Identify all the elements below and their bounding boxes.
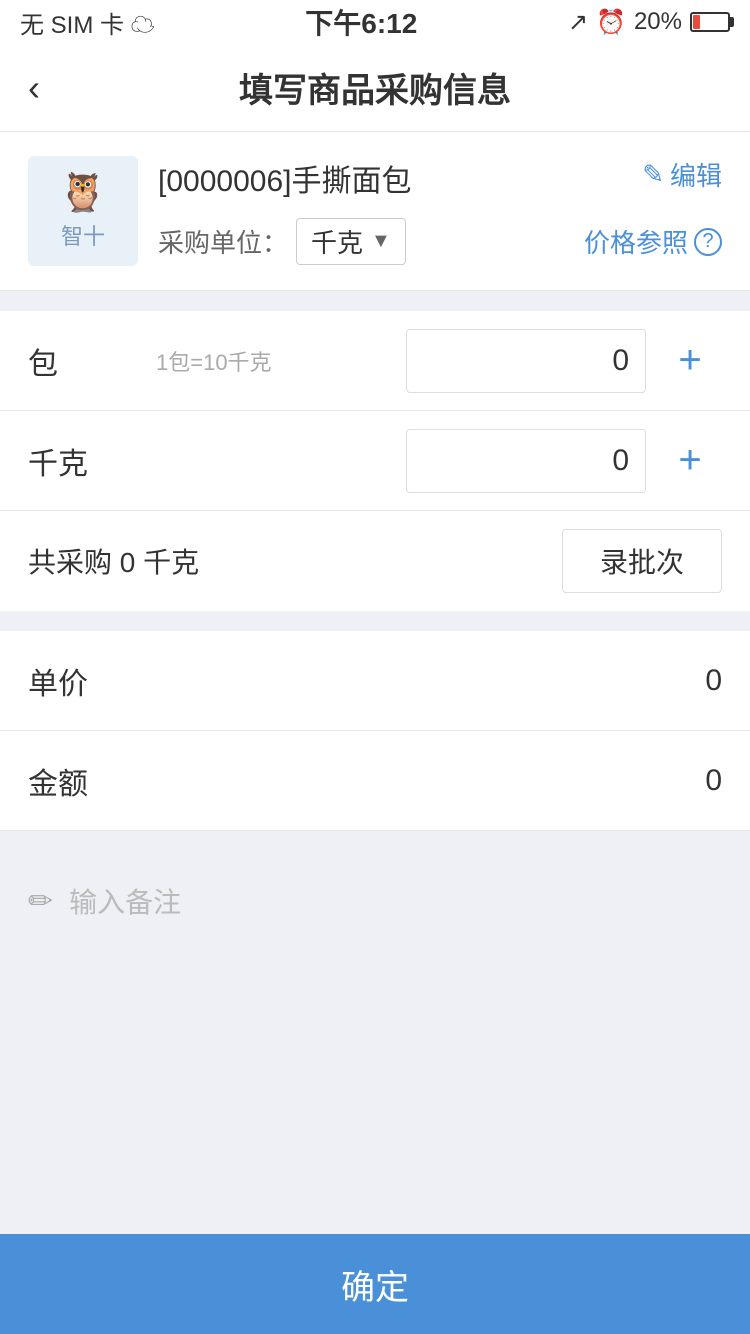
status-left: 无 SIM 卡 ☁ [20, 5, 155, 40]
battery-icon [690, 12, 730, 32]
amount-label: 金额 [28, 759, 88, 803]
status-time: 下午6:12 [305, 2, 417, 42]
unit-label: 采购单位： [158, 223, 288, 260]
nav-bar: ‹ 填写商品采购信息 [0, 44, 750, 132]
product-info: [0000006]手撕面包 ✎ 编辑 采购单位： 千克 ▼ 价格参照 ? [158, 156, 722, 265]
help-icon[interactable]: ? [694, 228, 722, 256]
kg-input-row: 千克 0 + [0, 411, 750, 511]
status-right: ↗ ⏰ 20% [568, 8, 730, 37]
bag-label: 包 [28, 339, 148, 383]
unit-price-value: 0 [705, 664, 722, 698]
price-section: 单价 0 金额 0 [0, 631, 750, 831]
amount-row: 金额 0 [0, 731, 750, 831]
product-thumb-text: 智十 [61, 219, 105, 251]
location-icon: ↗ [568, 8, 588, 37]
section-separator-1 [0, 291, 750, 311]
alarm-icon: ⏰ [596, 8, 626, 37]
product-top-row: [0000006]手撕面包 ✎ 编辑 [158, 156, 722, 200]
unit-value: 千克 [311, 223, 363, 260]
bag-sublabel: 1包=10千克 [156, 345, 272, 377]
product-card: 🦉 智十 [0000006]手撕面包 ✎ 编辑 采购单位： 千克 ▼ [0, 132, 750, 291]
edit-button[interactable]: ✎ 编辑 [642, 156, 722, 193]
pencil-icon: ✏ [28, 884, 53, 919]
product-unit-row: 采购单位： 千克 ▼ 价格参照 ? [158, 218, 722, 265]
chevron-down-icon: ▼ [371, 230, 391, 253]
bag-input[interactable]: 0 [406, 329, 646, 393]
kg-input[interactable]: 0 [406, 429, 646, 493]
confirm-button[interactable]: 确定 [0, 1234, 750, 1334]
amount-value: 0 [705, 764, 722, 798]
kg-label: 千克 [28, 439, 148, 483]
note-section[interactable]: ✏ 输入备注 [0, 831, 750, 971]
product-thumbnail: 🦉 智十 [28, 156, 138, 266]
bag-input-row: 包 1包=10千克 0 + [0, 311, 750, 411]
note-placeholder: 输入备注 [69, 881, 181, 921]
content-area: 🦉 智十 [0000006]手撕面包 ✎ 编辑 采购单位： 千克 ▼ [0, 132, 750, 1234]
bag-plus-button[interactable]: + [658, 329, 722, 393]
record-batch-button[interactable]: 录批次 [562, 529, 722, 593]
status-bar: 无 SIM 卡 ☁ 下午6:12 ↗ ⏰ 20% [0, 0, 750, 44]
kg-plus-button[interactable]: + [658, 429, 722, 493]
battery-percent: 20% [634, 8, 682, 36]
edit-label: 编辑 [670, 156, 722, 193]
price-ref-button[interactable]: 价格参照 ? [584, 223, 722, 260]
unit-price-row: 单价 0 [0, 631, 750, 731]
price-ref-label: 价格参照 [584, 223, 688, 260]
product-name: [0000006]手撕面包 [158, 156, 642, 200]
back-button[interactable]: ‹ [28, 67, 40, 109]
page-title: 填写商品采购信息 [239, 63, 511, 112]
unit-price-label: 单价 [28, 659, 88, 703]
total-label: 共采购 0 千克 [28, 541, 199, 581]
total-row: 共采购 0 千克 录批次 [0, 511, 750, 611]
section-separator-2 [0, 611, 750, 631]
input-section: 包 1包=10千克 0 + 千克 0 + [0, 311, 750, 511]
product-thumb-icon: 🦉 [59, 171, 106, 215]
sim-status: 无 SIM 卡 ☁ [20, 5, 155, 40]
unit-select[interactable]: 千克 ▼ [296, 218, 406, 265]
edit-icon: ✎ [642, 159, 664, 190]
